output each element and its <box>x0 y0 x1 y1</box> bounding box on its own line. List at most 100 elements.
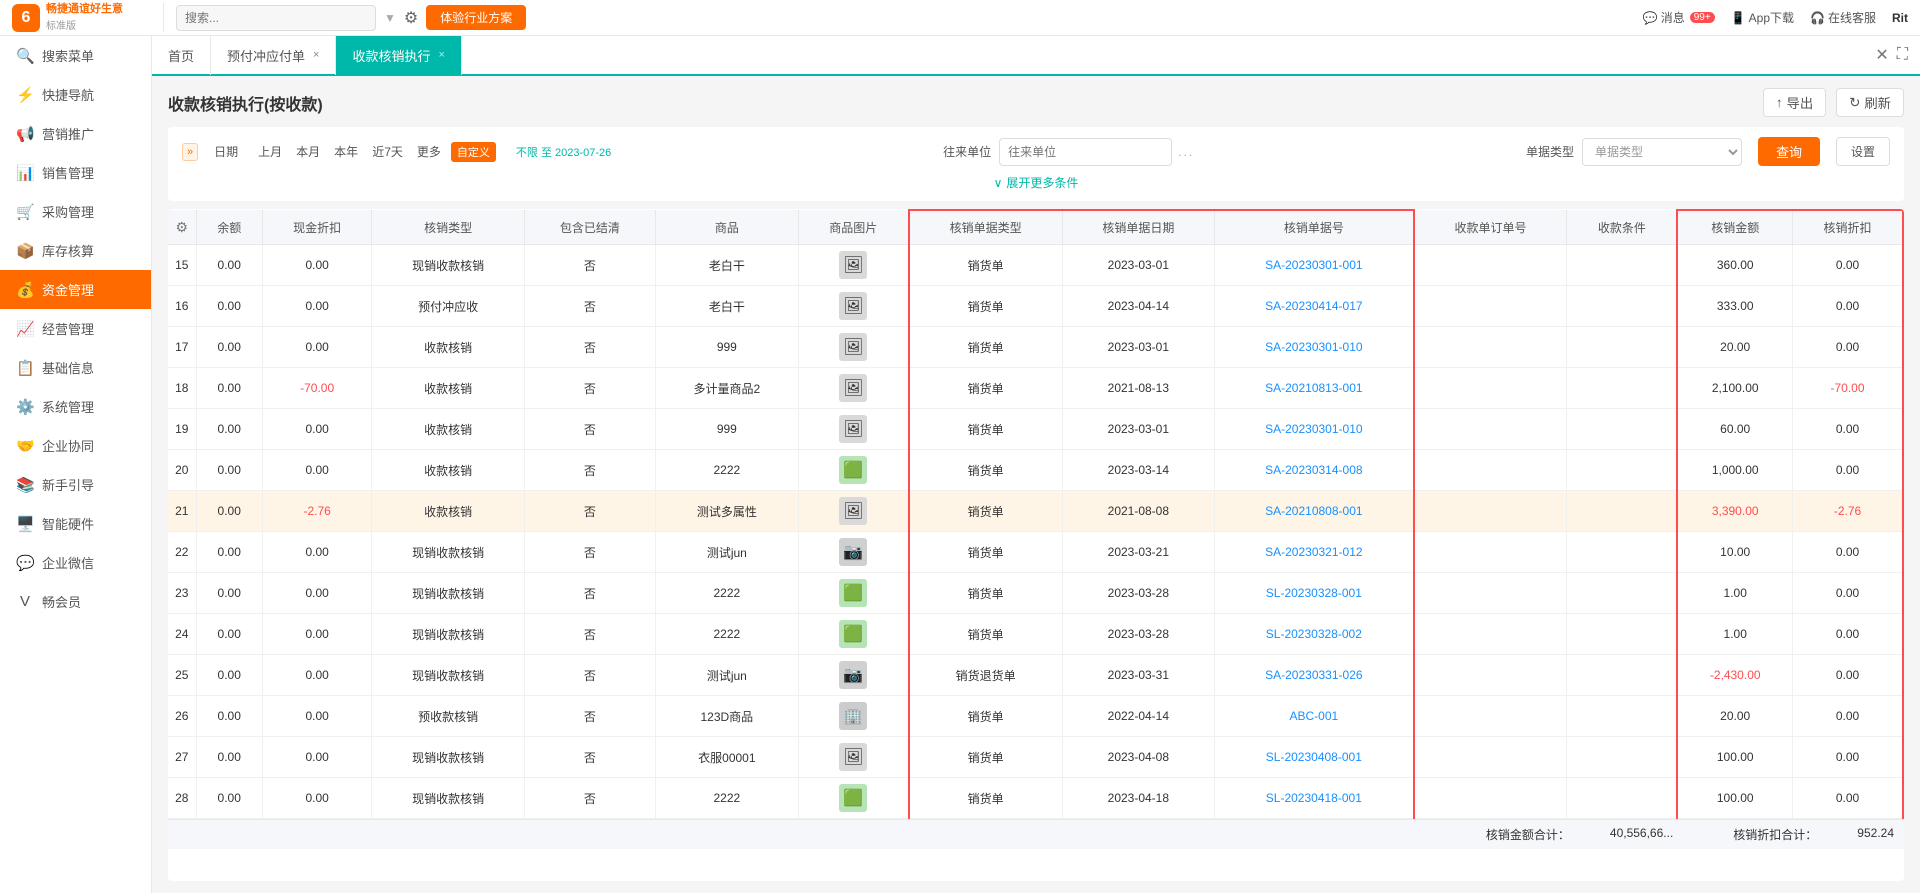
sidebar-item-营销推广[interactable]: 📢营销推广 <box>0 114 151 153</box>
headset-icon: 🎧 <box>1810 11 1825 25</box>
cell-included-settled: 否 <box>524 614 655 655</box>
expand-window-icon[interactable]: ⛶ <box>1897 46 1908 64</box>
export-button[interactable]: ↑ 导出 <box>1763 88 1826 117</box>
online-service-button[interactable]: 🎧 在线客服 <box>1810 9 1876 26</box>
cell-receipt-order-no <box>1414 614 1567 655</box>
sidebar-item-采购管理[interactable]: 🛒采购管理 <box>0 192 151 231</box>
export-icon: ↑ <box>1776 95 1783 110</box>
tab-close-icon[interactable]: × <box>438 49 444 61</box>
sidebar-item-销售管理[interactable]: 📊 销售管理 <box>0 153 151 192</box>
unit-filter-input[interactable] <box>999 138 1172 166</box>
cell-id: 15 <box>168 245 196 286</box>
sidebar-label: 企业微信 <box>42 553 94 572</box>
sidebar-item-企业微信[interactable]: 💬企业微信 <box>0 543 151 582</box>
sidebar-item-经营管理[interactable]: 📈经营管理 <box>0 309 151 348</box>
cancel-bill-no-link[interactable]: SA-20230301-010 <box>1265 422 1362 436</box>
bill-type-select[interactable]: 单据类型 <box>1582 138 1742 166</box>
cancel-bill-no-link[interactable]: SA-20230301-001 <box>1265 258 1362 272</box>
sidebar-label: 销售管理 <box>42 163 94 182</box>
sidebar-item-智能硬件[interactable]: 🖥️智能硬件 <box>0 504 151 543</box>
table-row: 26 0.00 0.00 预收款核销 否 123D商品 🏢 销货单 2022-0… <box>168 696 1903 737</box>
sidebar-label: 搜索菜单 <box>42 46 94 65</box>
cell-balance: 0.00 <box>196 696 262 737</box>
sidebar-item-基础信息[interactable]: 📋基础信息 <box>0 348 151 387</box>
sidebar-item-系统管理[interactable]: ⚙️系统管理 <box>0 387 151 426</box>
setting-button[interactable]: 设置 <box>1836 137 1890 166</box>
tab-close-icon[interactable]: × <box>313 49 319 61</box>
cancel-bill-no-link[interactable]: SL-20230408-001 <box>1266 750 1362 764</box>
cell-goods: 多计量商品2 <box>655 368 798 409</box>
user-menu[interactable]: Rit <box>1892 11 1908 25</box>
query-button[interactable]: 查询 <box>1758 137 1820 166</box>
cancel-bill-no-link[interactable]: SA-20230301-010 <box>1265 340 1362 354</box>
sidebar-icon: ⚡ <box>16 86 34 104</box>
cancel-bill-no-link[interactable]: SA-20210808-001 <box>1265 504 1362 518</box>
cell-cancel-bill-no: SA-20230331-026 <box>1215 655 1414 696</box>
cell-cancel-bill-type: 销货单 <box>909 532 1062 573</box>
sidebar-label: 企业协同 <box>42 436 94 455</box>
tab-首页[interactable]: 首页 <box>152 36 211 75</box>
date-range-display: 不限 至 2023-07-26 <box>516 144 611 160</box>
expand-more-btn[interactable]: ∨ 展开更多条件 <box>994 174 1079 191</box>
cell-receipt-order-no <box>1414 778 1567 819</box>
cell-cancel-bill-date: 2021-08-13 <box>1062 368 1215 409</box>
cell-cancel-discount: 0.00 <box>1793 532 1903 573</box>
th-cancel-type: 核销类型 <box>372 210 525 245</box>
sidebar-item-资金管理[interactable]: 💰资金管理 <box>0 270 151 309</box>
sidebar-label: 快捷导航 <box>42 85 94 104</box>
cancel-bill-no-link[interactable]: SA-20230321-012 <box>1265 545 1362 559</box>
cell-cancel-bill-type: 销货单 <box>909 614 1062 655</box>
cell-goods-image: 🏢 <box>798 696 908 737</box>
messages-button[interactable]: 💬 消息 99+ <box>1643 9 1715 26</box>
cancel-bill-no-link[interactable]: SA-20230331-026 <box>1265 668 1362 682</box>
cell-cancel-type: 现销收款核销 <box>372 778 525 819</box>
cell-id: 17 <box>168 327 196 368</box>
cell-cancel-type: 收款核销 <box>372 450 525 491</box>
more-dates-btn[interactable]: 更多 <box>413 141 445 162</box>
cell-balance: 0.00 <box>196 409 262 450</box>
refresh-button[interactable]: ↻ 刷新 <box>1836 88 1904 117</box>
sidebar-item-新手引导[interactable]: 📚新手引导 <box>0 465 151 504</box>
cell-balance: 0.00 <box>196 286 262 327</box>
th-cash-discount: 现金折扣 <box>262 210 371 245</box>
cell-balance: 0.00 <box>196 491 262 532</box>
cancel-bill-no-link[interactable]: SL-20230328-001 <box>1266 586 1362 600</box>
cell-goods-image: 🟩 <box>798 573 908 614</box>
unit-filter-label: 往来单位 <box>943 143 991 160</box>
cell-included-settled: 否 <box>524 491 655 532</box>
sidebar-item-畅会员[interactable]: V畅会员 <box>0 582 151 621</box>
tab-收款核销执行[interactable]: 收款核销执行× <box>336 36 461 75</box>
cell-goods-image: 🖼 <box>798 737 908 778</box>
sidebar-icon: 📊 <box>16 164 34 182</box>
cell-included-settled: 否 <box>524 737 655 778</box>
column-settings-icon[interactable]: ⚙ <box>175 219 188 235</box>
sidebar-item-快捷导航[interactable]: ⚡ 快捷导航 <box>0 75 151 114</box>
last-7days-btn[interactable]: 近7天 <box>368 141 407 162</box>
this-year-btn[interactable]: 本年 <box>330 141 362 162</box>
cancel-bill-no-link[interactable]: SA-20210813-001 <box>1265 381 1362 395</box>
cancel-bill-no-link[interactable]: ABC-001 <box>1289 709 1338 723</box>
expand-filter-button[interactable]: » <box>182 143 198 161</box>
cancel-bill-no-link[interactable]: SL-20230418-001 <box>1266 791 1362 805</box>
cancel-bill-no-link[interactable]: SL-20230328-002 <box>1266 627 1362 641</box>
close-window-icon[interactable]: ✕ <box>1875 45 1888 65</box>
last-month-btn[interactable]: 上月 <box>254 141 286 162</box>
sidebar-item-企业协同[interactable]: 🤝 企业协同 <box>0 426 151 465</box>
cell-cancel-discount: -2.76 <box>1793 491 1903 532</box>
app-download-button[interactable]: 📱 App下载 <box>1731 9 1794 26</box>
cancel-bill-no-link[interactable]: SA-20230414-017 <box>1265 299 1362 313</box>
cell-cancel-amount: 10.00 <box>1677 532 1792 573</box>
sidebar-item-搜索菜单[interactable]: 🔍搜索菜单 <box>0 36 151 75</box>
sidebar-icon: 🤝 <box>16 437 34 455</box>
cell-cancel-amount: 333.00 <box>1677 286 1792 327</box>
cell-receipt-condition <box>1567 409 1677 450</box>
this-month-btn[interactable]: 本月 <box>292 141 324 162</box>
search-input[interactable] <box>176 5 376 31</box>
settings-icon[interactable]: ⚙ <box>404 8 418 28</box>
trial-button[interactable]: 体验行业方案 <box>426 5 526 30</box>
tab-预付冲应付单[interactable]: 预付冲应付单× <box>211 36 336 75</box>
cancel-bill-no-link[interactable]: SA-20230314-008 <box>1265 463 1362 477</box>
cell-id: 26 <box>168 696 196 737</box>
sidebar-item-库存核算[interactable]: 📦库存核算 <box>0 231 151 270</box>
custom-date-btn[interactable]: 自定义 <box>451 142 496 162</box>
